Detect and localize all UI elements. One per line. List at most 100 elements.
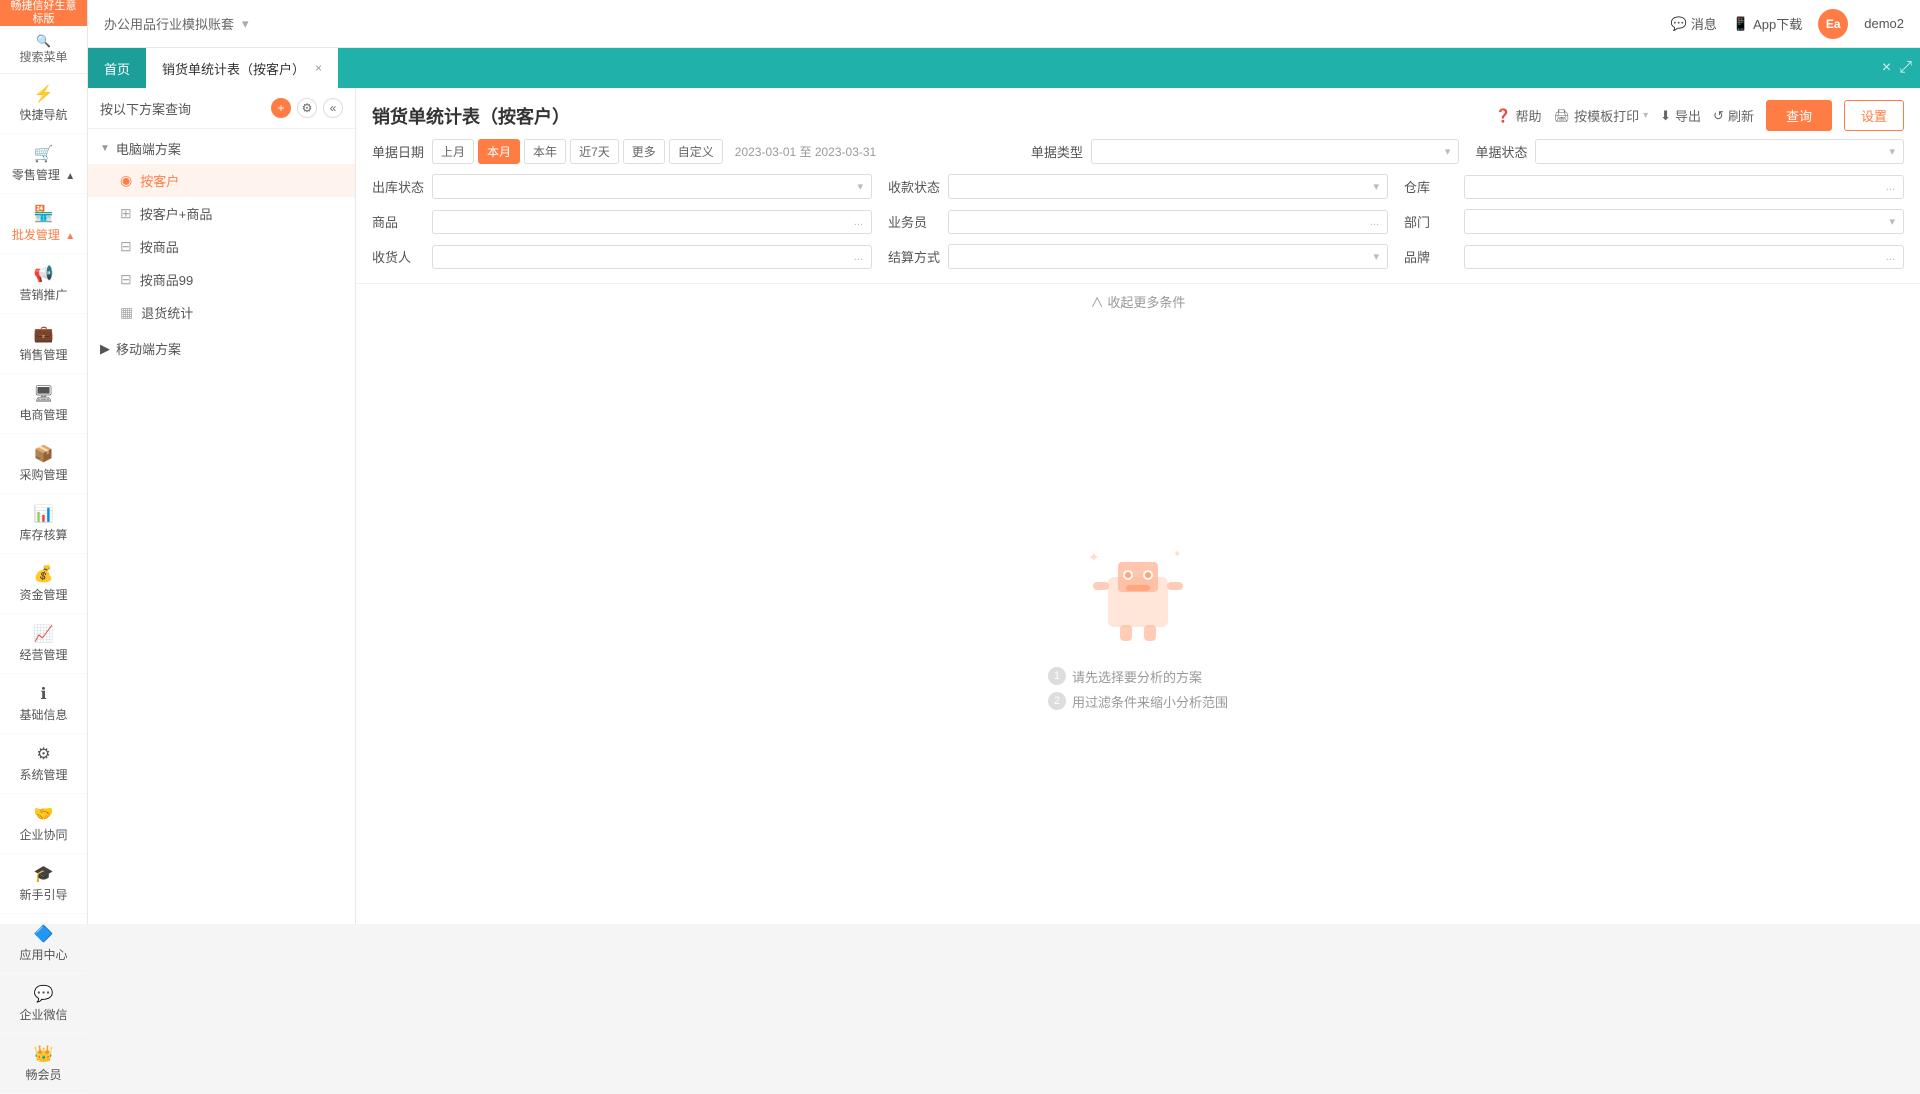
main-area: 办公用品行业模拟账套 ▾ 💬 消息 📱 App下载 Ea demo2 首页 销货… bbox=[88, 0, 1920, 924]
app-download-button[interactable]: 📱 App下载 bbox=[1733, 14, 1802, 33]
order-type-arrow: ▾ bbox=[1445, 145, 1451, 158]
product-select[interactable]: ... bbox=[432, 210, 872, 234]
refresh-button[interactable]: ↺ 刷新 bbox=[1713, 106, 1754, 125]
scheme-item-returns[interactable]: ▦ 退货统计 bbox=[88, 296, 355, 329]
sidebar-item-search[interactable]: 🔍 搜索菜单 bbox=[0, 26, 87, 74]
query-button[interactable]: 查询 bbox=[1766, 100, 1832, 131]
sidebar-item-quick-nav[interactable]: ⚡ 快捷导航 bbox=[0, 74, 87, 134]
tab-active[interactable]: 销货单统计表（按客户） × bbox=[146, 48, 338, 88]
sidebar-item-purchase[interactable]: 📦 采购管理 bbox=[0, 434, 87, 494]
filter-item-payment-method: 结算方式 ▾ bbox=[888, 244, 1388, 269]
tip-num-2: 2 bbox=[1048, 692, 1066, 710]
scheme-item-by-product[interactable]: ⊟ 按商品 bbox=[88, 230, 355, 263]
empty-state: ✦ ✦ 1 请先选择要分析的方案 2 用过滤条件来缩小分析范围 bbox=[356, 319, 1920, 924]
date-this-month-btn[interactable]: 本月 bbox=[478, 139, 520, 164]
sidebar-item-marketing[interactable]: 📢 营销推广 bbox=[0, 254, 87, 314]
wholesale-arrow: ▲ bbox=[65, 231, 75, 242]
setting-button[interactable]: 设置 bbox=[1844, 100, 1904, 131]
window-close-icon[interactable]: × bbox=[1882, 59, 1891, 77]
scheme-settings-button[interactable]: ⚙ bbox=[297, 98, 317, 118]
order-type-select[interactable]: ▾ bbox=[1091, 139, 1460, 164]
collapse-label: 收起更多条件 bbox=[1107, 295, 1185, 310]
date-quick-buttons: 上月 本月 本年 近7天 更多 自定义 bbox=[432, 139, 723, 164]
scheme-item-label: 按商品 bbox=[140, 237, 179, 256]
print-dropdown-icon[interactable]: ▾ bbox=[1643, 110, 1648, 121]
inventory-icon: 📊 bbox=[4, 504, 83, 524]
sidebar-item-wechat[interactable]: 💬 企业微信 bbox=[0, 974, 87, 1034]
refresh-label: 刷新 bbox=[1728, 106, 1754, 125]
staff-select[interactable]: ... bbox=[948, 210, 1388, 234]
sidebar-item-system[interactable]: ⚙ 系统管理 bbox=[0, 734, 87, 794]
sidebar-item-basic[interactable]: ℹ 基础信息 bbox=[0, 674, 87, 734]
message-label: 消息 bbox=[1691, 14, 1717, 33]
sidebar-item-finance[interactable]: 💰 资金管理 bbox=[0, 554, 87, 614]
filter-item-brand: 品牌 ... bbox=[1404, 245, 1904, 269]
message-button[interactable]: 💬 消息 bbox=[1671, 14, 1717, 33]
order-status-arrow: ▾ bbox=[1889, 145, 1895, 158]
collapse-more-button[interactable]: ∧ 收起更多条件 bbox=[356, 283, 1920, 319]
date-last7-btn[interactable]: 近7天 bbox=[570, 139, 619, 164]
out-status-select[interactable]: ▾ bbox=[432, 174, 872, 199]
scheme-item-by-customer[interactable]: ◉ 按客户 bbox=[88, 164, 355, 197]
sidebar-item-newbie[interactable]: 🎓 新手引导 bbox=[0, 854, 87, 914]
sidebar-item-cooperation[interactable]: 🤝 企业协同 bbox=[0, 794, 87, 854]
sidebar-item-label: 畅会员 bbox=[25, 1068, 61, 1082]
scheme-actions: + ⚙ « bbox=[271, 98, 343, 118]
sidebar-item-label: 应用中心 bbox=[19, 948, 67, 962]
date-prev-month-btn[interactable]: 上月 bbox=[432, 139, 474, 164]
scheme-add-button[interactable]: + bbox=[271, 98, 291, 118]
sales-icon: 💼 bbox=[4, 324, 83, 344]
app-title-dropdown-icon[interactable]: ▾ bbox=[242, 16, 249, 32]
tab-bar-actions: × ⤢ bbox=[1882, 59, 1920, 77]
empty-illustration: ✦ ✦ bbox=[1078, 527, 1198, 647]
sidebar-item-label: 经营管理 bbox=[19, 648, 67, 662]
sidebar-item-inventory[interactable]: 📊 库存核算 bbox=[0, 494, 87, 554]
sidebar-item-wholesale[interactable]: 🏪 批发管理 ▲ bbox=[0, 194, 87, 254]
scheme-desktop-group[interactable]: ▼ 电脑端方案 bbox=[88, 133, 355, 164]
tab-close-icon[interactable]: × bbox=[315, 61, 322, 75]
warehouse-select[interactable]: ... bbox=[1464, 175, 1904, 199]
scheme-header: 按以下方案查询 + ⚙ « bbox=[88, 88, 355, 129]
filter-header: 销货单统计表（按客户） ❓ 帮助 🖨 按模板打印 ▾ ⬇ 导出 bbox=[356, 88, 1920, 139]
filter-item-product: 商品 ... bbox=[372, 210, 872, 234]
filter-grid: 单据日期 上月 本月 本年 近7天 更多 自定义 2023-03-01 至 20… bbox=[356, 139, 1920, 279]
payment-method-select[interactable]: ▾ bbox=[948, 244, 1388, 269]
scheme-header-label: 按以下方案查询 bbox=[100, 99, 191, 118]
scheme-collapse-button[interactable]: « bbox=[323, 98, 343, 118]
scheme-item-by-product99[interactable]: ⊟ 按商品99 bbox=[88, 263, 355, 296]
scheme-item-by-customer-product[interactable]: ⊞ 按客户+商品 bbox=[88, 197, 355, 230]
receiver-dots: ... bbox=[854, 251, 863, 263]
top-header: 办公用品行业模拟账套 ▾ 💬 消息 📱 App下载 Ea demo2 bbox=[88, 0, 1920, 48]
out-status-arrow: ▾ bbox=[857, 180, 863, 193]
scheme-mobile-group[interactable]: ▶ 移动端方案 bbox=[88, 333, 355, 364]
active-tab-label: 销货单统计表（按客户） bbox=[162, 59, 305, 78]
sidebar-item-operations[interactable]: 📈 经营管理 bbox=[0, 614, 87, 674]
sidebar-item-ecommerce[interactable]: 🖥 电商管理 bbox=[0, 374, 87, 434]
avatar[interactable]: Ea bbox=[1818, 9, 1848, 39]
sidebar-item-sales[interactable]: 💼 销售管理 bbox=[0, 314, 87, 374]
help-button[interactable]: ❓ 帮助 bbox=[1495, 106, 1541, 125]
print-button[interactable]: 🖨 按模板打印 ▾ bbox=[1554, 106, 1649, 125]
filter-payment-status-label: 收款状态 bbox=[888, 177, 940, 196]
payment-status-select[interactable]: ▾ bbox=[948, 174, 1388, 199]
brand-select[interactable]: ... bbox=[1464, 245, 1904, 269]
dept-select[interactable]: ▾ bbox=[1464, 209, 1904, 234]
date-custom-btn[interactable]: 自定义 bbox=[669, 139, 723, 164]
scheme-item-icon-2: ⊞ bbox=[120, 205, 132, 222]
tip-text-2: 用过滤条件来缩小分析范围 bbox=[1072, 692, 1228, 711]
sidebar-item-member[interactable]: 👑 畅会员 bbox=[0, 1034, 87, 1094]
tab-home[interactable]: 首页 bbox=[88, 48, 146, 88]
sidebar-item-retail[interactable]: 🛒 零售管理 ▲ bbox=[0, 134, 87, 194]
svg-text:✦: ✦ bbox=[1088, 549, 1100, 565]
window-maximize-icon[interactable]: ⤢ bbox=[1899, 59, 1912, 77]
date-more-btn[interactable]: 更多 bbox=[623, 139, 665, 164]
product-dots: ... bbox=[854, 216, 863, 228]
tab-bar: 首页 销货单统计表（按客户） × × ⤢ bbox=[88, 48, 1920, 88]
export-button[interactable]: ⬇ 导出 bbox=[1660, 106, 1701, 125]
scheme-item-icon-5: ▦ bbox=[120, 304, 133, 321]
date-this-year-btn[interactable]: 本年 bbox=[524, 139, 566, 164]
basic-icon: ℹ bbox=[4, 684, 83, 704]
sidebar-item-appcenter[interactable]: 🔷 应用中心 bbox=[0, 914, 87, 974]
receiver-select[interactable]: ... bbox=[432, 245, 872, 269]
order-status-select[interactable]: ▾ bbox=[1535, 139, 1904, 164]
